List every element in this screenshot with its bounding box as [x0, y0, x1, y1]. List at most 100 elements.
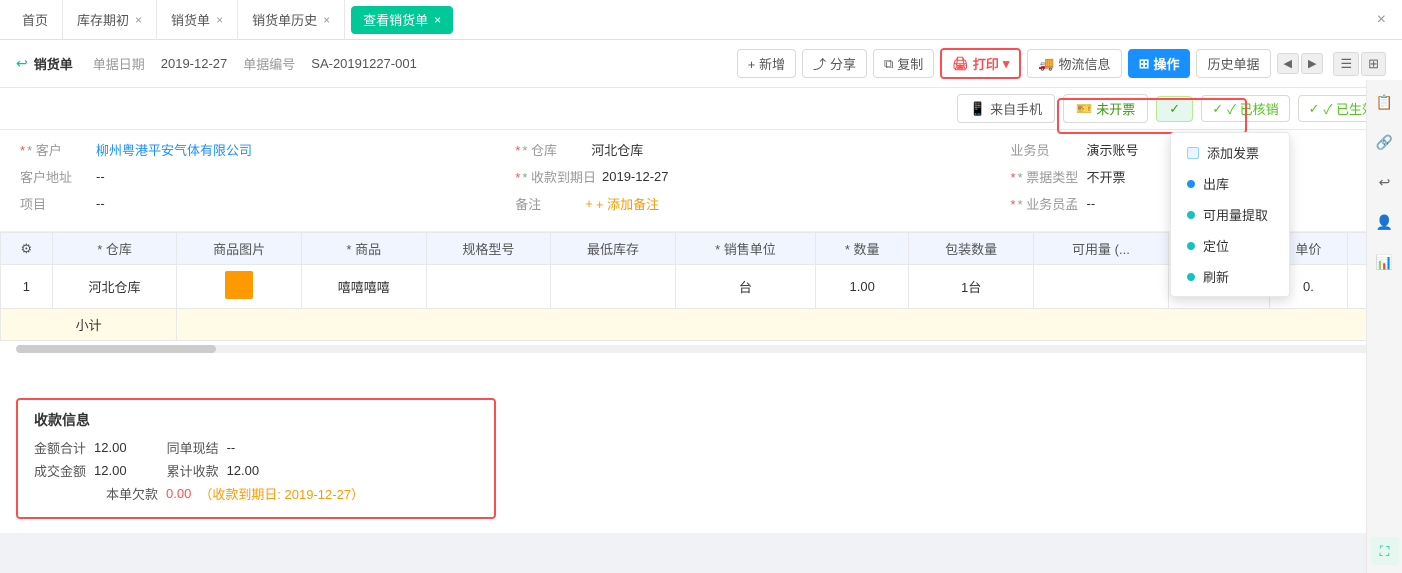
view-icons: ☰ ⊞	[1333, 52, 1386, 76]
tab-home[interactable]: 首页	[8, 0, 63, 40]
col-warehouse: * 仓库	[52, 233, 177, 265]
sidebar-chart-icon[interactable]: 📊	[1371, 248, 1399, 276]
dropdown-outbound[interactable]: 出库	[1171, 168, 1289, 199]
phone-icon: 📱	[970, 101, 986, 117]
add-button[interactable]: + 新增	[737, 49, 796, 78]
col-img: 商品图片	[177, 233, 302, 265]
grid-view-button[interactable]: ⊞	[1361, 52, 1386, 76]
warehouse-field: * 仓库 河北仓库	[515, 140, 1010, 159]
doc-actions: + 新增 ⤴ 分享 ⧉ 复制 🖨 打印 ▾ 🚚 物流信息 ⊞ 操作	[737, 48, 1386, 79]
row-pack-qty: 1台	[909, 265, 1034, 309]
tab-sales-order-close[interactable]: ×	[216, 13, 223, 27]
tab-sales-history-close[interactable]: ×	[323, 13, 330, 27]
tab-check-sales-close[interactable]: ×	[434, 13, 441, 27]
address-field: 客户地址 --	[20, 167, 515, 186]
amount-total-value: 12.00	[94, 440, 127, 455]
row-spec	[426, 265, 551, 309]
due-date-label: * 收款到期日	[515, 167, 596, 186]
tab-inventory-init-close[interactable]: ×	[135, 13, 142, 27]
outbound-icon	[1187, 180, 1195, 188]
share-icon: ⤴	[813, 54, 826, 73]
logistics-button[interactable]: 🚚 物流信息	[1027, 49, 1121, 78]
due-note: （收款到期日: 2019-12-27）	[199, 484, 364, 503]
history-button[interactable]: 历史单据	[1196, 49, 1270, 78]
product-image	[225, 271, 253, 299]
date-label: 单据日期	[93, 54, 145, 73]
due-date-field: * 收款到期日 2019-12-27	[515, 167, 1010, 186]
sidebar-doc-icon[interactable]: 📋	[1371, 88, 1399, 116]
sidebar-link-icon[interactable]: 🔗	[1371, 128, 1399, 156]
next-button[interactable]: ▶	[1301, 53, 1323, 74]
prev-button[interactable]: ◀	[1277, 53, 1299, 74]
col-qty: * 数量	[816, 233, 909, 265]
staff-value: 演示账号	[1081, 140, 1145, 159]
confirm-button[interactable]: ✓	[1156, 96, 1193, 122]
col-min-stock: 最低库存	[551, 233, 676, 265]
row-num: 1	[1, 265, 53, 309]
dropdown-available-qty[interactable]: 可用量提取	[1171, 199, 1289, 230]
list-view-button[interactable]: ☰	[1333, 52, 1359, 76]
sidebar-user-icon[interactable]: 👤	[1371, 208, 1399, 236]
cumulative-item: 累计收款 12.00	[167, 461, 260, 480]
address-value: --	[90, 169, 111, 184]
warehouse-value: 河北仓库	[585, 140, 649, 159]
right-sidebar: 📋 🔗 ↩ 👤 📊 ⛶	[1366, 80, 1402, 573]
tab-inventory-init[interactable]: 库存期初 ×	[63, 0, 157, 40]
customer-label: * 客户	[20, 140, 90, 159]
doc-title: 销货单	[34, 54, 73, 73]
tab-check-sales[interactable]: 查看销货单 ×	[351, 6, 453, 34]
logistics-icon: 🚚	[1038, 56, 1054, 72]
number-label: 单据编号	[243, 54, 295, 73]
cumulative-label: 累计收款	[167, 461, 219, 480]
doc-header: ↩ 销货单 单据日期 2019-12-27 单据编号 SA-20191227-0…	[0, 40, 1402, 88]
project-value: --	[90, 196, 111, 211]
row-available	[1033, 265, 1168, 309]
row-img	[177, 265, 302, 309]
scrollbar-thumb[interactable]	[16, 345, 216, 353]
payment-area: 收款信息 金额合计 12.00 同单现结 -- 成交金额 12.00 累计收款	[0, 386, 1402, 533]
confirm-icon: ✓	[1169, 101, 1180, 117]
horizontal-scrollbar[interactable]	[16, 345, 1386, 353]
check-icon: ✓	[1212, 101, 1223, 117]
from-phone-button[interactable]: 📱 来自手机	[957, 94, 1055, 123]
add-note-button[interactable]: + + 添加备注	[585, 194, 659, 213]
customer-value[interactable]: 柳州粤港平安气体有限公司	[90, 140, 258, 159]
doc-icon: ↩	[16, 55, 28, 72]
arrears-item: 本单欠款 0.00 （收款到期日: 2019-12-27）	[34, 484, 364, 503]
sidebar-expand-icon[interactable]: ⛶	[1371, 537, 1399, 565]
dropdown-refresh[interactable]: 刷新	[1171, 261, 1289, 292]
amount-total-item: 金额合计 12.00	[34, 438, 127, 457]
transaction-item: 成交金额 12.00	[34, 461, 127, 480]
same-order-label: 同单现结	[167, 438, 219, 457]
copy-button[interactable]: ⧉ 复制	[873, 49, 934, 78]
address-label: 客户地址	[20, 167, 90, 186]
cumulative-value: 12.00	[227, 463, 260, 478]
dropdown-add-invoice[interactable]: 添加发票	[1171, 137, 1289, 168]
sidebar-return-icon[interactable]: ↩	[1371, 168, 1399, 196]
customer-field: * 客户 柳州粤港平安气体有限公司	[20, 140, 515, 159]
warehouse-label: * 仓库	[515, 140, 585, 159]
plus-icon: +	[585, 196, 593, 211]
unopened-button[interactable]: 🎫 未开票	[1063, 94, 1148, 123]
share-button[interactable]: ⤴ 分享	[802, 49, 867, 78]
nav-arrows: ◀ ▶	[1277, 53, 1324, 74]
tab-sales-history[interactable]: 销货单历史 ×	[238, 0, 345, 40]
row-product: 嘻嘻嘻嘻	[301, 265, 426, 309]
ticket-type-value: 不开票	[1081, 167, 1132, 186]
tab-sales-order[interactable]: 销货单 ×	[157, 0, 238, 40]
toolbar-row: 📱 来自手机 🎫 未开票 ✓ ✓ ✓ 已核销 ✓ ✓ 已生效	[0, 88, 1402, 130]
print-button[interactable]: 🖨 打印 ▾	[940, 48, 1021, 79]
locate-icon	[1187, 242, 1195, 250]
operate-button[interactable]: ⊞ 操作	[1128, 49, 1191, 78]
print-icon: 🖨	[952, 56, 969, 72]
col-settings[interactable]: ⚙	[1, 233, 53, 265]
payment-row-1: 金额合计 12.00 同单现结 --	[34, 438, 478, 457]
window-close-button[interactable]: ×	[1369, 11, 1394, 29]
refresh-icon	[1187, 273, 1195, 281]
dropdown-locate[interactable]: 定位	[1171, 230, 1289, 261]
col-available: 可用量 (...	[1033, 233, 1168, 265]
date-value: 2019-12-27	[161, 56, 228, 71]
sold-badge[interactable]: ✓ ✓ 已核销	[1201, 95, 1289, 122]
same-order-item: 同单现结 --	[167, 438, 236, 457]
arrears-value: 0.00	[166, 486, 191, 501]
